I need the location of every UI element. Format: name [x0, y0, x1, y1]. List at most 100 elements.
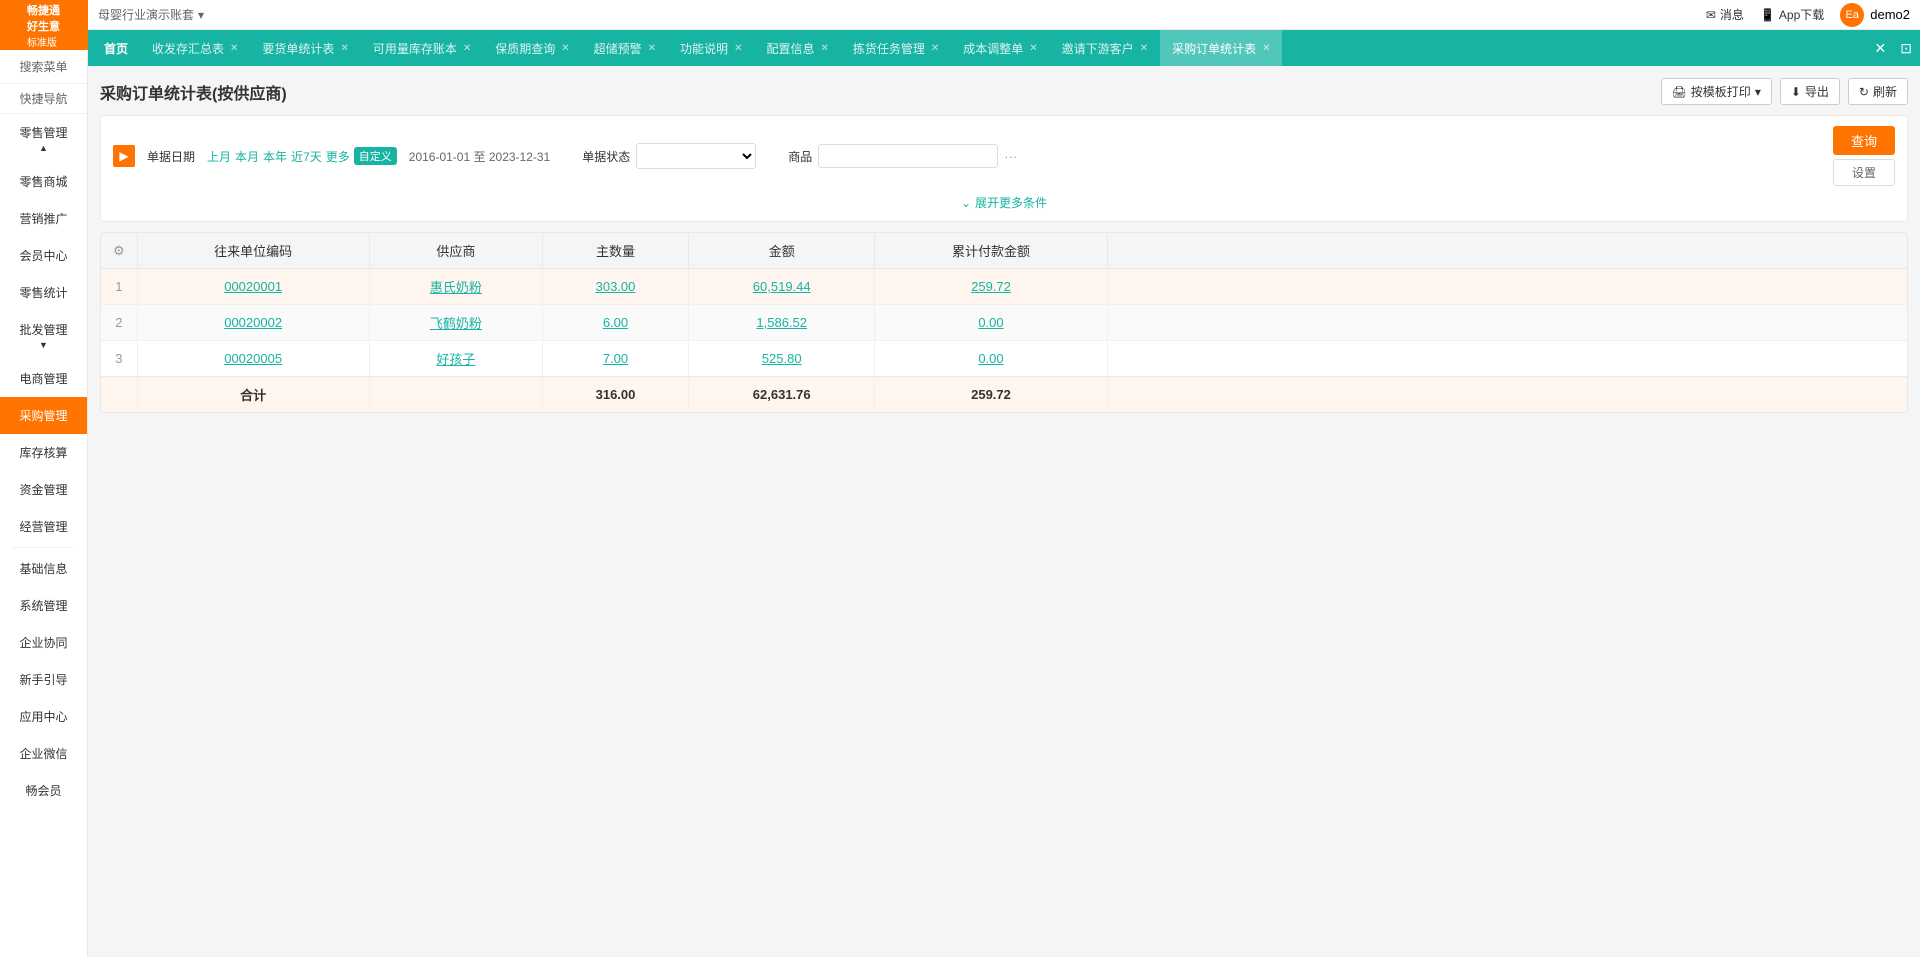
row-num-0: 1: [101, 269, 137, 305]
tab-availinventory-label: 可用量库存账本: [373, 40, 457, 57]
filter-toggle-button[interactable]: ▶: [113, 145, 135, 167]
tab-purchase-stats[interactable]: 采购订单统计表 ✕: [1160, 30, 1282, 66]
sidebar-operations-label: 经营管理: [19, 518, 67, 535]
sidebar-item-inventory[interactable]: 库存核算: [0, 434, 87, 471]
row-extra-2: [1107, 341, 1907, 377]
sidebar-item-retail-stats[interactable]: 零售统计: [0, 274, 87, 311]
row-amount-0[interactable]: 60,519.44: [688, 269, 875, 305]
expand-label: 展开更多条件: [975, 194, 1047, 211]
tab-cost-adjust[interactable]: 成本调整单 ✕: [951, 30, 1049, 66]
shortcut-this-year[interactable]: 本年: [263, 148, 287, 165]
row-amount-1[interactable]: 1,586.52: [688, 305, 875, 341]
row-paid-2[interactable]: 0.00: [875, 341, 1107, 377]
table-row: 1 00020001 惠氏奶粉 303.00 60,519.44 259.72: [101, 269, 1907, 305]
tab-overstock-label: 超储预警: [594, 40, 642, 57]
sidebar-item-system-mgmt[interactable]: 系统管理: [0, 587, 87, 624]
col-paid: 累计付款金额: [875, 233, 1107, 269]
sidebar-item-marketing[interactable]: 营销推广: [0, 200, 87, 237]
date-range-display: 2016-01-01 至 2023-12-31: [409, 148, 550, 165]
filter-expand-btn[interactable]: ⌄ 展开更多条件: [113, 194, 1895, 211]
tab-purchasestats-close[interactable]: ✕: [1262, 43, 1270, 54]
logo-text: 畅捷通好生意标准版: [27, 2, 60, 49]
column-settings-icon[interactable]: ⚙: [113, 243, 125, 258]
row-paid-1[interactable]: 0.00: [875, 305, 1107, 341]
sidebar-item-basic-info[interactable]: 基础信息: [0, 550, 87, 587]
tab-picking-task[interactable]: 拣货任务管理 ✕: [841, 30, 951, 66]
row-code-2[interactable]: 00020005: [137, 341, 369, 377]
row-qty-2[interactable]: 7.00: [543, 341, 689, 377]
sidebar-item-operations[interactable]: 经营管理: [0, 508, 87, 545]
row-code-0[interactable]: 00020001: [137, 269, 369, 305]
refresh-button[interactable]: ↻ 刷新: [1848, 78, 1908, 105]
row-supplier-0[interactable]: 惠氏奶粉: [369, 269, 542, 305]
sidebar-item-wholesale-mgmt[interactable]: 批发管理 ▼: [0, 311, 87, 360]
row-supplier-2[interactable]: 好孩子: [369, 341, 542, 377]
print-button[interactable]: 🖨 按模板打印 ▾: [1661, 78, 1772, 105]
message-btn[interactable]: ✉ 消息: [1706, 6, 1744, 23]
sidebar-item-purchase-mgmt[interactable]: 采购管理: [0, 397, 87, 434]
sidebar-item-member[interactable]: 畅会员: [0, 772, 87, 809]
sidebar-item-finance[interactable]: 资金管理: [0, 471, 87, 508]
tab-overstock-close[interactable]: ✕: [648, 43, 656, 54]
sidebar-item-member-center[interactable]: 会员中心: [0, 237, 87, 274]
sidebar-enterprise-label: 企业协同: [19, 634, 67, 651]
shortcut-more[interactable]: 更多: [326, 148, 350, 165]
sidebar-item-new-guide[interactable]: 新手引导: [0, 661, 87, 698]
status-select[interactable]: [636, 143, 756, 169]
row-num-2: 3: [101, 341, 137, 377]
export-icon: ⬇: [1791, 85, 1801, 99]
tab-invitedownstream-close[interactable]: ✕: [1140, 43, 1148, 54]
row-amount-2[interactable]: 525.80: [688, 341, 875, 377]
tab-funcdesc-close[interactable]: ✕: [734, 43, 742, 54]
sidebar-item-retail-shop[interactable]: 零售商城: [0, 163, 87, 200]
setting-button[interactable]: 设置: [1833, 159, 1895, 186]
tab-purchasestats-label: 采购订单统计表: [1172, 40, 1256, 57]
user-profile[interactable]: Ea demo2: [1840, 3, 1910, 27]
nav-tabs: 首页 收发存汇总表 ✕ 要货单统计表 ✕ 可用量库存账本 ✕ 保质期查询 ✕ 超…: [88, 30, 1920, 66]
tab-receive-send[interactable]: 收发存汇总表 ✕: [140, 30, 250, 66]
tab-availinventory-close[interactable]: ✕: [463, 43, 471, 54]
sidebar-item-app-center[interactable]: 应用中心: [0, 698, 87, 735]
row-paid-0[interactable]: 259.72: [875, 269, 1107, 305]
row-code-1[interactable]: 00020002: [137, 305, 369, 341]
tab-invite-downstream[interactable]: 邀请下游客户 ✕: [1050, 30, 1160, 66]
row-qty-1[interactable]: 6.00: [543, 305, 689, 341]
shortcut-this-month[interactable]: 本月: [235, 148, 259, 165]
dropdown-arrow-icon[interactable]: ▾: [198, 8, 204, 22]
tab-goods-stats[interactable]: 要货单统计表 ✕: [250, 30, 360, 66]
tab-pickingtask-label: 拣货任务管理: [853, 40, 925, 57]
sidebar-item-enterprise-wx[interactable]: 企业微信: [0, 735, 87, 772]
tab-pickingtask-close[interactable]: ✕: [931, 43, 939, 54]
tab-shelflife-close[interactable]: ✕: [561, 43, 569, 54]
tab-configinfo-close[interactable]: ✕: [820, 43, 828, 54]
app-download-btn[interactable]: 📱 App下载: [1760, 6, 1824, 23]
tab-overstock[interactable]: 超储预警 ✕: [582, 30, 668, 66]
tab-funcdesc-label: 功能说明: [680, 40, 728, 57]
shortcut-7days[interactable]: 近7天: [291, 148, 322, 165]
row-supplier-1[interactable]: 飞鹤奶粉: [369, 305, 542, 341]
tab-func-desc[interactable]: 功能说明 ✕: [668, 30, 754, 66]
goods-more-icon[interactable]: ···: [1004, 149, 1017, 164]
sidebar-item-enterprise[interactable]: 企业协同: [0, 624, 87, 661]
sidebar-item-search[interactable]: 搜索菜单: [0, 50, 87, 84]
tab-home[interactable]: 首页: [92, 30, 140, 66]
print-dropdown-icon: ▾: [1755, 85, 1761, 99]
export-button[interactable]: ⬇ 导出: [1780, 78, 1840, 105]
row-qty-0[interactable]: 303.00: [543, 269, 689, 305]
sidebar-item-quick-nav[interactable]: 快捷导航: [0, 84, 87, 114]
sidebar-enterprisewx-label: 企业微信: [19, 745, 67, 762]
tab-expand-icon[interactable]: ⊡: [1896, 40, 1916, 57]
tab-avail-inventory[interactable]: 可用量库存账本 ✕: [361, 30, 483, 66]
query-button[interactable]: 查询: [1833, 126, 1895, 155]
tab-receivesend-close[interactable]: ✕: [230, 43, 238, 54]
goods-input[interactable]: [818, 144, 998, 168]
sidebar-item-retail-mgmt[interactable]: 零售管理 ▲: [0, 114, 87, 163]
sidebar-item-ecommerce[interactable]: 电商管理: [0, 360, 87, 397]
tab-costadjust-close[interactable]: ✕: [1029, 43, 1037, 54]
tab-goodsstats-close[interactable]: ✕: [340, 43, 348, 54]
footer-label: 合计: [137, 377, 369, 413]
tab-close-all-icon[interactable]: ✕: [1871, 40, 1891, 57]
tab-shelf-life[interactable]: 保质期查询 ✕: [483, 30, 581, 66]
shortcut-last-month[interactable]: 上月: [207, 148, 231, 165]
tab-config-info[interactable]: 配置信息 ✕: [754, 30, 840, 66]
